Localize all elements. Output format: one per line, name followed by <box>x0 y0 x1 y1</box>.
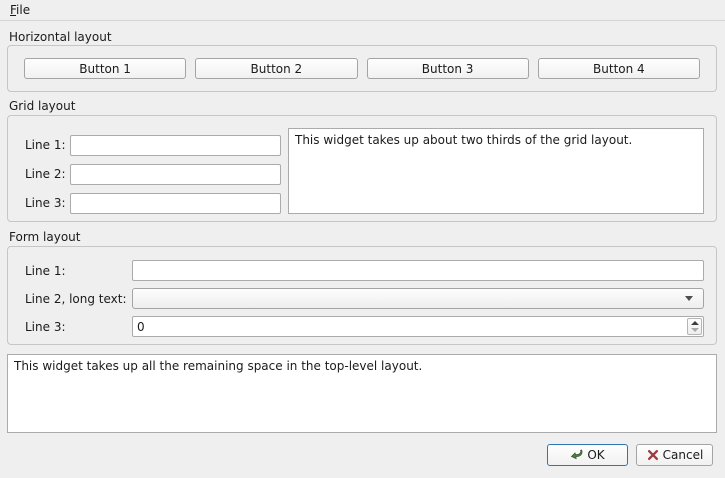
grid-textedit[interactable]: This widget takes up about two thirds of… <box>288 128 704 214</box>
button-2[interactable]: Button 2 <box>195 58 358 79</box>
group-title-horizontal-layout: Horizontal layout <box>9 30 112 44</box>
grid-line1-input[interactable] <box>70 135 281 156</box>
grid-line3-input[interactable] <box>70 193 281 214</box>
dialog-window: File Horizontal layout Button 1 Button 2… <box>0 0 725 478</box>
form-line3-label: Line 3: <box>25 320 66 334</box>
form-line1-input[interactable] <box>132 260 704 281</box>
group-title-grid-layout: Grid layout <box>9 99 76 113</box>
button-1[interactable]: Button 1 <box>24 58 187 79</box>
cancel-button[interactable]: Cancel <box>636 444 713 466</box>
menu-file-label: ile <box>16 3 31 17</box>
grid-line2-label: Line 2: <box>25 167 66 181</box>
group-title-form-layout: Form layout <box>9 230 81 244</box>
grid-layout-group: Line 1: Line 2: Line 3: This widget take… <box>7 115 717 222</box>
spinbox-buttons[interactable] <box>687 318 702 335</box>
grid-line3-label: Line 3: <box>25 196 66 210</box>
form-line2-label: Line 2, long text: <box>25 292 127 306</box>
button-3[interactable]: Button 3 <box>366 58 529 79</box>
ok-green-arrow-icon <box>571 449 583 460</box>
cancel-button-label: Cancel <box>662 448 704 462</box>
bottom-textedit[interactable]: This widget takes up all the remaining s… <box>7 354 717 433</box>
button-4[interactable]: Button 4 <box>537 58 700 79</box>
spinbox-value: 0 <box>137 319 145 334</box>
arrow-up-icon[interactable] <box>690 321 699 326</box>
form-layout-group: Line 1: Line 2, long text: Line 3: 0 <box>7 246 717 345</box>
form-line2-combobox[interactable] <box>132 288 704 309</box>
horizontal-layout-group: Button 1 Button 2 Button 3 Button 4 <box>7 45 717 92</box>
form-line1-label: Line 1: <box>25 264 66 278</box>
menu-bar: File <box>0 0 725 21</box>
cancel-red-x-icon <box>647 449 658 461</box>
ok-button-label: OK <box>587 448 605 462</box>
chevron-down-icon <box>685 296 693 301</box>
menu-file[interactable]: File <box>2 1 38 19</box>
grid-line1-label: Line 1: <box>25 138 66 152</box>
form-line3-spinbox[interactable]: 0 <box>132 316 704 337</box>
ok-button[interactable]: OK <box>547 444 628 466</box>
grid-line2-input[interactable] <box>70 164 281 185</box>
arrow-down-icon[interactable] <box>690 327 699 332</box>
